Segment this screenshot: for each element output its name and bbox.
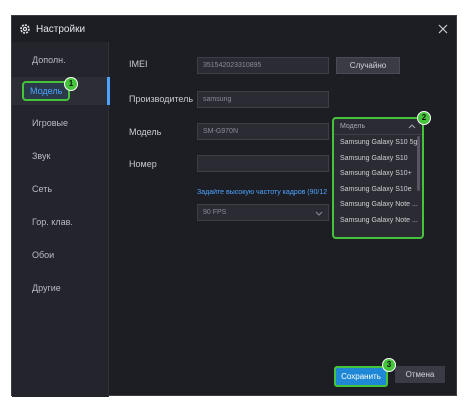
imei-field[interactable]: 351542023310895 <box>197 57 329 74</box>
dropdown-option[interactable]: Samsung Galaxy S10+ <box>334 166 422 182</box>
active-indicator <box>107 77 110 105</box>
model-dropdown[interactable]: Модель Samsung Galaxy S10 5g Samsung Gal… <box>332 117 424 239</box>
cancel-button[interactable]: Отмена <box>395 366 445 383</box>
sidebar-item-label: Сеть <box>32 184 53 194</box>
chevron-down-icon <box>315 211 323 216</box>
number-label: Номер <box>129 159 157 169</box>
step-badge-3: 3 <box>382 358 396 372</box>
dropdown-option[interactable]: Samsung Galaxy Note ... <box>334 197 422 213</box>
sidebar-item-label: Другие <box>32 283 61 293</box>
step-badge-1: 1 <box>64 77 78 91</box>
sidebar-item-gaming[interactable]: Игровые <box>12 109 109 137</box>
model-dropdown-header[interactable]: Модель <box>334 119 422 135</box>
save-button[interactable]: Сохранить <box>334 366 388 387</box>
sidebar-item-hotkeys[interactable]: Гор. клав. <box>12 208 109 236</box>
close-icon[interactable] <box>436 22 450 36</box>
sidebar-item-label: Звук <box>32 151 51 161</box>
dropdown-option[interactable]: Samsung Galaxy S10 5g <box>334 135 422 151</box>
model-field[interactable]: SM-G970N <box>197 123 329 140</box>
sidebar-item-label: Обои <box>32 250 55 260</box>
sidebar-item-label: Дополн. <box>32 55 66 65</box>
sidebar-item-other[interactable]: Другие <box>12 274 109 302</box>
model-dropdown-header-label: Модель <box>340 123 366 130</box>
fps-hint-link[interactable]: Задайте высокую частоту кадров (90/12 <box>197 189 333 196</box>
dropdown-option[interactable]: Samsung Galaxy S10 <box>334 151 422 167</box>
sidebar-item-model[interactable]: Модель <box>12 77 110 105</box>
sidebar-item-wallpaper[interactable]: Обои <box>12 241 109 269</box>
window-title: Настройки <box>36 23 86 35</box>
fps-select-value: 90 FPS <box>203 209 227 216</box>
fps-select[interactable]: 90 FPS <box>197 204 329 221</box>
sidebar-item-advanced[interactable]: Дополн. <box>12 46 109 74</box>
sidebar: Дополн. Модель Игровые Звук Сеть Гор. кл… <box>12 42 110 397</box>
dropdown-scrollbar[interactable] <box>417 136 420 191</box>
gear-icon <box>20 24 30 34</box>
sidebar-item-label: Гор. клав. <box>32 217 73 227</box>
sidebar-item-sound[interactable]: Звук <box>12 142 109 170</box>
dropdown-option[interactable]: Samsung Galaxy Note ... <box>334 213 422 229</box>
random-button[interactable]: Случайно <box>336 57 400 74</box>
title-bar: Настройки <box>12 16 456 42</box>
imei-label: IMEI <box>129 59 148 69</box>
manufacturer-field[interactable]: samsung <box>197 91 329 108</box>
number-field[interactable] <box>197 155 329 172</box>
dropdown-option[interactable]: Samsung Galaxy S10e <box>334 182 422 198</box>
chevron-up-icon <box>408 124 416 129</box>
manufacturer-label: Производитель <box>129 94 194 104</box>
step-badge-2: 2 <box>417 111 431 125</box>
sidebar-item-label: Игровые <box>32 118 69 128</box>
model-label: Модель <box>129 127 162 137</box>
sidebar-item-network[interactable]: Сеть <box>12 175 109 203</box>
